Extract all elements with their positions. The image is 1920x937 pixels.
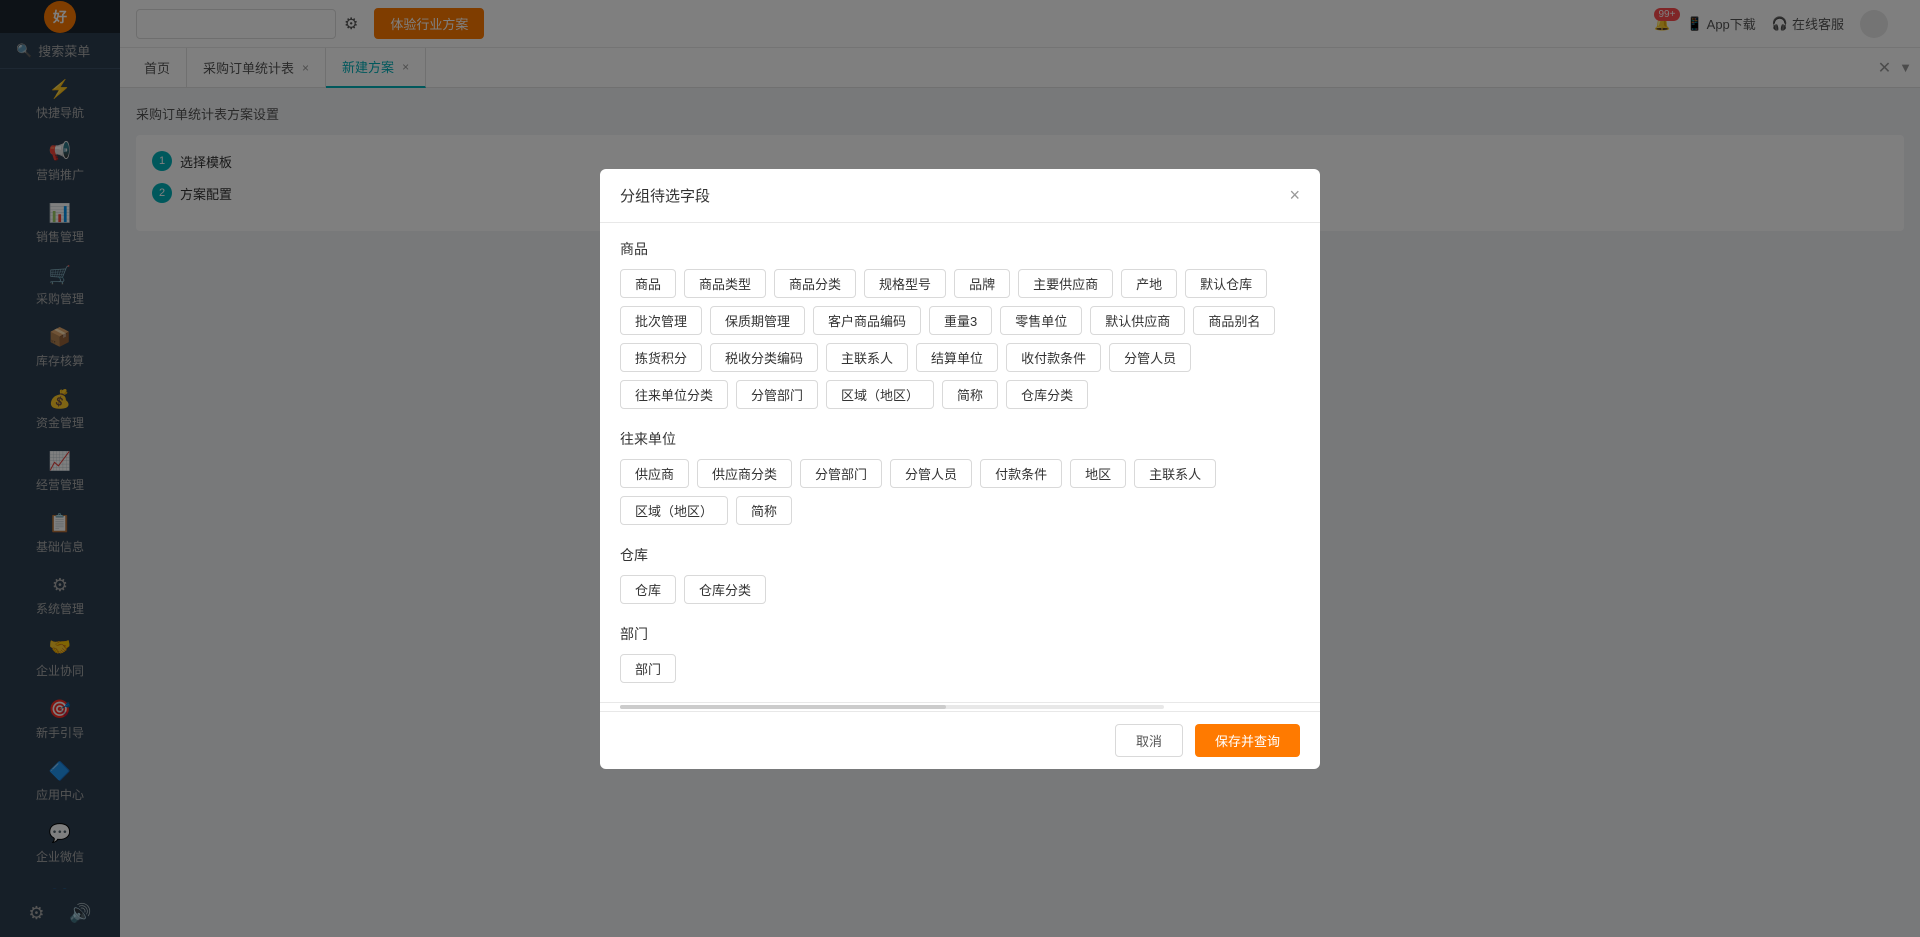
modal-body[interactable]: 商品商品商品类型商品分类规格型号品牌主要供应商产地默认仓库批次管理保质期管理客户… (600, 223, 1320, 702)
field-tag-客户商品编码[interactable]: 客户商品编码 (813, 306, 921, 335)
field-tag-商品[interactable]: 商品 (620, 269, 676, 298)
field-tag-主联系人[interactable]: 主联系人 (1134, 459, 1216, 488)
field-tag-仓库[interactable]: 仓库 (620, 575, 676, 604)
field-tag-零售单位[interactable]: 零售单位 (1000, 306, 1082, 335)
field-tag-默认仓库[interactable]: 默认仓库 (1185, 269, 1267, 298)
field-tag-分管人员[interactable]: 分管人员 (890, 459, 972, 488)
section-goods: 商品商品商品类型商品分类规格型号品牌主要供应商产地默认仓库批次管理保质期管理客户… (620, 239, 1300, 409)
field-tag-商品分类[interactable]: 商品分类 (774, 269, 856, 298)
field-tags-warehouse: 仓库仓库分类 (620, 575, 1300, 604)
field-tag-主要供应商[interactable]: 主要供应商 (1018, 269, 1113, 298)
field-tag-商品类型[interactable]: 商品类型 (684, 269, 766, 298)
field-tag-税收分类编码[interactable]: 税收分类编码 (710, 343, 818, 372)
field-tag-商品别名[interactable]: 商品别名 (1193, 306, 1275, 335)
field-tag-收付款条件[interactable]: 收付款条件 (1006, 343, 1101, 372)
section-title-warehouse: 仓库 (620, 545, 1300, 565)
field-tag-重量3[interactable]: 重量3 (929, 306, 992, 335)
modal-dialog: 分组待选字段 × 商品商品商品类型商品分类规格型号品牌主要供应商产地默认仓库批次… (600, 169, 1320, 769)
modal-hscroll (600, 702, 1320, 711)
field-tag-简称[interactable]: 简称 (942, 380, 998, 409)
field-tag-规格型号[interactable]: 规格型号 (864, 269, 946, 298)
section-title-goods: 商品 (620, 239, 1300, 259)
field-tags-partner: 供应商供应商分类分管部门分管人员付款条件地区主联系人区域（地区） 简称 (620, 459, 1300, 525)
field-tag-往来单位分类[interactable]: 往来单位分类 (620, 380, 728, 409)
modal-footer: 取消 保存并查询 (600, 711, 1320, 769)
section-title-partner: 往来单位 (620, 429, 1300, 449)
field-tag-品牌[interactable]: 品牌 (954, 269, 1010, 298)
field-tag-部门[interactable]: 部门 (620, 654, 676, 683)
section-title-department: 部门 (620, 624, 1300, 644)
field-tag-结算单位[interactable]: 结算单位 (916, 343, 998, 372)
modal-confirm-button[interactable]: 保存并查询 (1195, 724, 1300, 757)
field-tag-付款条件[interactable]: 付款条件 (980, 459, 1062, 488)
field-tag-批次管理[interactable]: 批次管理 (620, 306, 702, 335)
field-tag-默认供应商[interactable]: 默认供应商 (1090, 306, 1185, 335)
field-tag-保质期管理[interactable]: 保质期管理 (710, 306, 805, 335)
field-tag-区域（地区）[interactable]: 区域（地区） (620, 496, 728, 525)
field-tag-仓库分类[interactable]: 仓库分类 (1006, 380, 1088, 409)
field-tag-拣货积分[interactable]: 拣货积分 (620, 343, 702, 372)
field-tag-地区[interactable]: 地区 (1070, 459, 1126, 488)
overlay: 分组待选字段 × 商品商品商品类型商品分类规格型号品牌主要供应商产地默认仓库批次… (0, 0, 1920, 937)
modal-title: 分组待选字段 (620, 185, 710, 206)
section-department: 部门部门 (620, 624, 1300, 683)
field-tags-department: 部门 (620, 654, 1300, 683)
field-tag-分管部门[interactable]: 分管部门 (736, 380, 818, 409)
section-warehouse: 仓库仓库仓库分类 (620, 545, 1300, 604)
modal-header: 分组待选字段 × (600, 169, 1320, 223)
field-tags-goods: 商品商品类型商品分类规格型号品牌主要供应商产地默认仓库批次管理保质期管理客户商品… (620, 269, 1300, 409)
modal-cancel-button[interactable]: 取消 (1115, 724, 1183, 757)
field-tag-仓库分类[interactable]: 仓库分类 (684, 575, 766, 604)
field-tag-分管部门[interactable]: 分管部门 (800, 459, 882, 488)
modal-close-button[interactable]: × (1289, 185, 1300, 206)
field-tag-简称[interactable]: 简称 (736, 496, 792, 525)
field-tag-供应商分类[interactable]: 供应商分类 (697, 459, 792, 488)
field-tag-主联系人[interactable]: 主联系人 (826, 343, 908, 372)
field-tag-产地[interactable]: 产地 (1121, 269, 1177, 298)
field-tag-区域（地区）[interactable]: 区域（地区） (826, 380, 934, 409)
field-tag-分管人员[interactable]: 分管人员 (1109, 343, 1191, 372)
section-partner: 往来单位供应商供应商分类分管部门分管人员付款条件地区主联系人区域（地区） 简称 (620, 429, 1300, 525)
field-tag-供应商[interactable]: 供应商 (620, 459, 689, 488)
